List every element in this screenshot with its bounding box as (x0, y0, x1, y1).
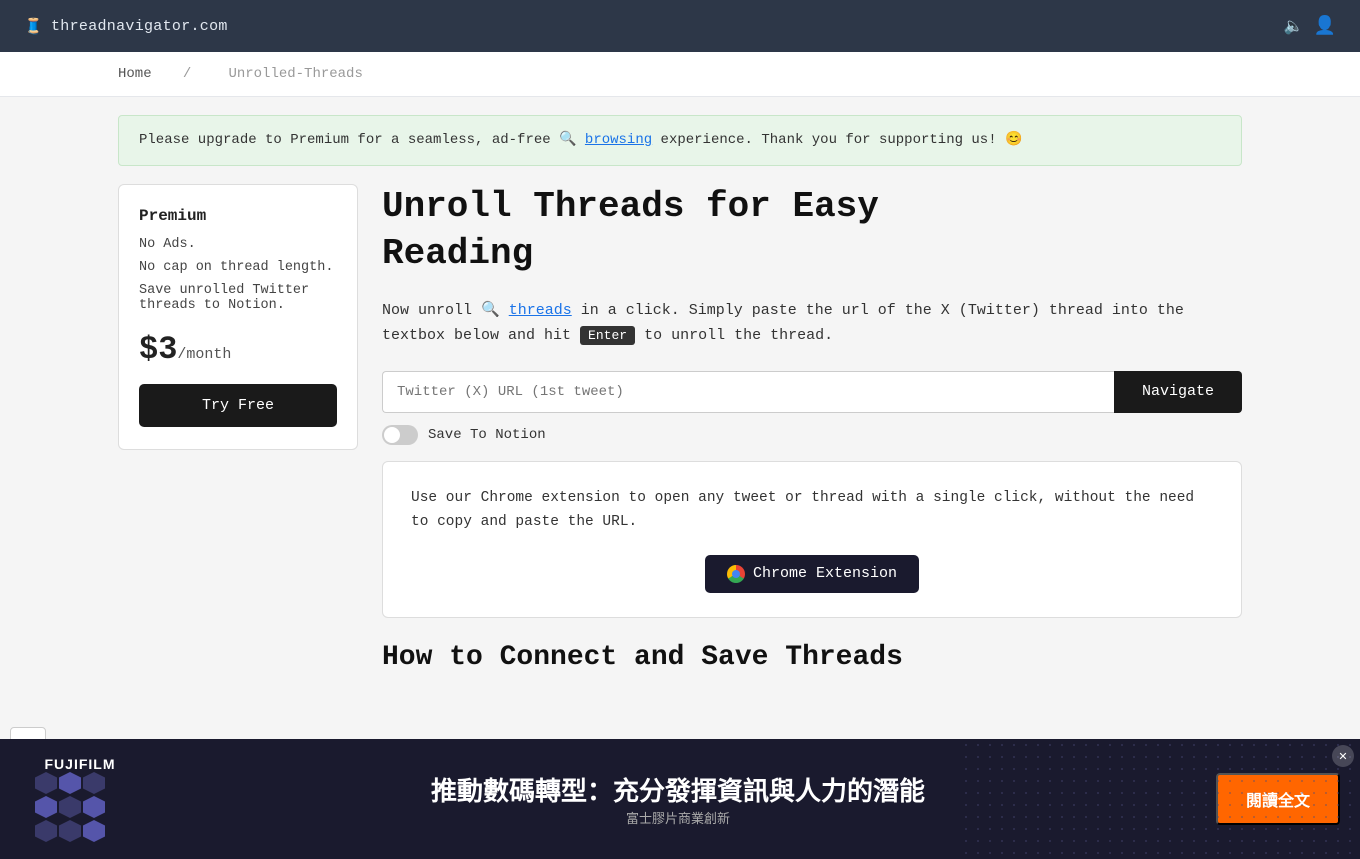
user-icon[interactable]: 👤 (1314, 15, 1336, 37)
navigate-button[interactable]: Navigate (1114, 371, 1242, 413)
hex-9 (83, 820, 105, 842)
upgrade-banner: Please upgrade to Premium for a seamless… (118, 115, 1242, 166)
notion-label: Save To Notion (428, 427, 546, 443)
chrome-icon-inner (732, 570, 740, 578)
banner-text-after-content: experience. Thank you for supporting us! (661, 132, 997, 148)
main-content: Premium No Ads. No cap on thread length.… (0, 184, 1360, 673)
try-free-button[interactable]: Try Free (139, 384, 337, 427)
toggle-knob (384, 427, 400, 443)
header-right: 🔈 👤 (1284, 15, 1336, 37)
ad-cta-button[interactable]: 閱讀全文 (1216, 773, 1340, 825)
chrome-ext-label: Chrome Extension (753, 565, 897, 582)
header: 🧵 threadnavigator.com 🔈 👤 (0, 0, 1360, 52)
premium-feature-3: Save unrolled Twitter threads to Notion. (139, 283, 337, 313)
premium-title: Premium (139, 207, 337, 225)
hex-3 (83, 772, 105, 794)
chrome-box-text: Use our Chrome extension to open any twe… (411, 486, 1213, 535)
ad-hexagons (35, 772, 125, 842)
breadcrumb-home[interactable]: Home (118, 66, 152, 82)
section-title: How to Connect and Save Threads (382, 642, 1242, 673)
premium-price-amount: $3 (139, 331, 177, 368)
ad-banner: FUJIFILM 推動數碼轉型：充分發揮資訊與人力的潛能 富士膠片商業創新 閱讀… (0, 739, 1360, 859)
hex-1 (35, 772, 57, 794)
speaker-icon[interactable]: 🔈 (1284, 16, 1304, 36)
banner-text-before: Please upgrade to Premium for a seamless… (139, 132, 551, 148)
premium-price: $3/month (139, 331, 337, 368)
page-title: Unroll Threads for EasyReading (382, 184, 1242, 278)
premium-price-period: /month (177, 346, 231, 363)
hex-6 (83, 796, 105, 818)
url-input[interactable] (382, 371, 1114, 413)
ad-sub-text: 富士膠片商業創新 (160, 808, 1196, 827)
chrome-icon (727, 565, 745, 583)
breadcrumb-current: Unrolled-Threads (228, 66, 362, 82)
banner-link[interactable]: browsing (585, 132, 652, 148)
ad-logo: FUJIFILM (20, 756, 140, 842)
enter-key: Enter (580, 326, 635, 345)
ad-main-text: 推動數碼轉型：充分發揮資訊與人力的潛能 (160, 771, 1196, 808)
premium-feature-1: No Ads. (139, 237, 337, 252)
notion-toggle[interactable] (382, 425, 418, 445)
desc-before: Now unroll (382, 302, 472, 319)
threads-link[interactable]: threads (509, 302, 572, 319)
premium-feature-2: No cap on thread length. (139, 260, 337, 275)
site-logo[interactable]: 🧵 threadnavigator.com (24, 17, 228, 36)
ad-close-button[interactable]: ✕ (1332, 745, 1354, 767)
right-panel: Unroll Threads for EasyReading Now unrol… (382, 184, 1242, 673)
logo-emoji: 🧵 (24, 17, 43, 36)
chrome-extension-box: Use our Chrome extension to open any twe… (382, 461, 1242, 618)
banner-smiley: 😊 (1005, 132, 1022, 148)
ad-middle: 推動數碼轉型：充分發揮資訊與人力的潛能 富士膠片商業創新 (160, 771, 1196, 827)
hex-5 (59, 796, 81, 818)
site-name: threadnavigator.com (51, 18, 228, 35)
breadcrumb: Home / Unrolled-Threads (0, 52, 1360, 97)
search-icon-desc: 🔍 (481, 302, 509, 319)
chrome-extension-button[interactable]: Chrome Extension (705, 555, 919, 593)
ad-brand-text: FUJIFILM (45, 756, 116, 772)
hex-2 (59, 772, 81, 794)
notion-row: Save To Notion (382, 425, 1242, 445)
premium-card: Premium No Ads. No cap on thread length.… (118, 184, 358, 450)
url-input-row: Navigate (382, 371, 1242, 413)
description: Now unroll 🔍 threads in a click. Simply … (382, 298, 1242, 349)
search-icon-banner: 🔍 (559, 132, 585, 148)
ad-content: FUJIFILM 推動數碼轉型：充分發揮資訊與人力的潛能 富士膠片商業創新 閱讀… (0, 739, 1360, 859)
hex-4 (35, 796, 57, 818)
hex-7 (35, 820, 57, 842)
hex-8 (59, 820, 81, 842)
breadcrumb-separator: / (166, 66, 208, 82)
desc-after: to unroll the thread. (644, 327, 833, 344)
